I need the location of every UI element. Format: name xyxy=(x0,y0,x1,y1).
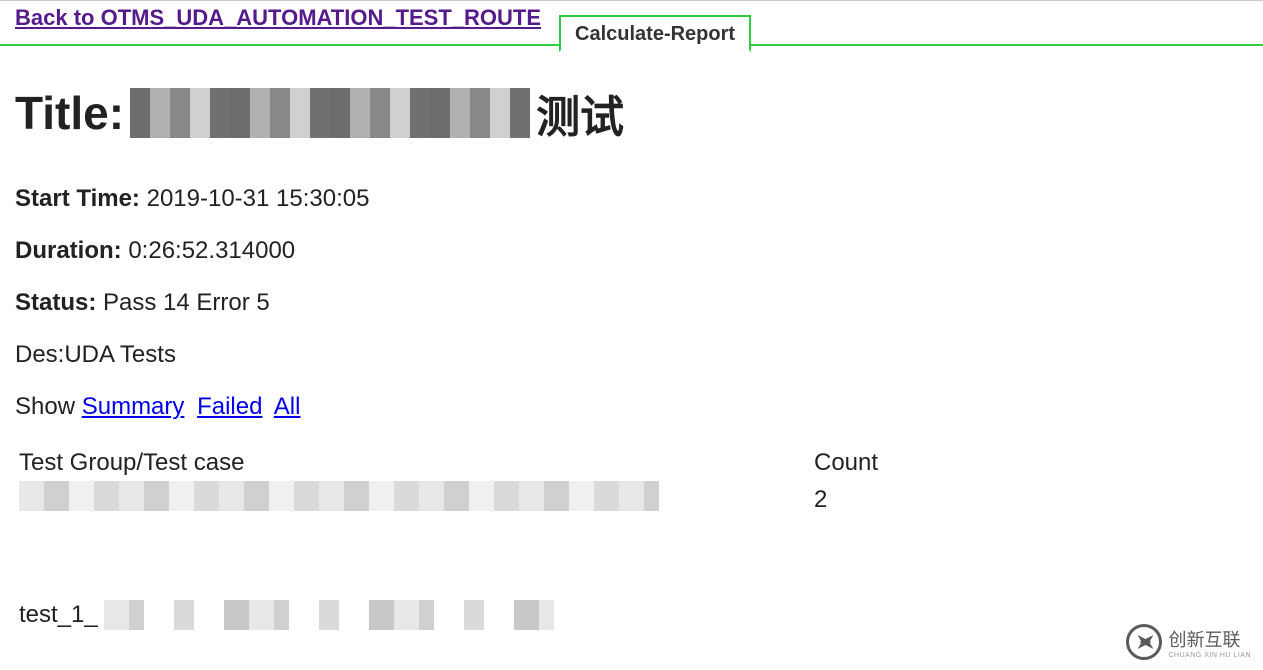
status-line: Status: Pass 14 Error 5 xyxy=(15,289,1263,317)
test-redacted xyxy=(104,600,554,630)
show-failed-link[interactable]: Failed xyxy=(197,393,262,420)
show-summary-link[interactable]: Summary xyxy=(82,393,185,420)
table-row: 2 xyxy=(15,481,1263,518)
test-label: test_1_ xyxy=(19,601,98,629)
duration-value: 0:26:52.314000 xyxy=(128,237,295,264)
cell-testcase xyxy=(19,481,814,518)
watermark: 创新互联 CHUANG XIN HU LIAN xyxy=(1126,624,1251,660)
tab-calculate-report[interactable]: Calculate-Report xyxy=(559,15,751,52)
status-value: Pass 14 Error 5 xyxy=(103,289,270,316)
start-time-label: Start Time: xyxy=(15,185,140,212)
title-redacted xyxy=(130,88,530,138)
show-all-link[interactable]: All xyxy=(274,393,301,420)
watermark-main: 创新互联 xyxy=(1168,626,1251,652)
des-line: Des:UDA Tests xyxy=(15,341,1263,369)
title-row: Title: 测试 xyxy=(15,81,1263,145)
duration-line: Duration: 0:26:52.314000 xyxy=(15,237,1263,265)
start-time-line: Start Time: 2019-10-31 15:30:05 xyxy=(15,185,1263,213)
test-row: test_1_ xyxy=(15,600,1263,630)
watermark-text: 创新互联 CHUANG XIN HU LIAN xyxy=(1168,626,1251,659)
header-row: Back to OTMS_UDA_AUTOMATION_TEST_ROUTE C… xyxy=(0,1,1263,46)
show-line: Show Summary Failed All xyxy=(15,393,1263,421)
title-label: Title: xyxy=(15,86,124,140)
status-label: Status: xyxy=(15,289,96,316)
back-link[interactable]: Back to OTMS_UDA_AUTOMATION_TEST_ROUTE xyxy=(15,5,541,31)
table-header: Test Group/Test case Count xyxy=(15,449,1263,477)
content: Title: 测试 Start Time: 2019-10-31 15:30:0… xyxy=(0,46,1263,630)
watermark-icon xyxy=(1126,624,1162,660)
col-header-testcase: Test Group/Test case xyxy=(19,449,814,477)
start-time-value: 2019-10-31 15:30:05 xyxy=(147,185,370,212)
show-label: Show xyxy=(15,393,75,420)
title-suffix: 测试 xyxy=(536,81,624,145)
duration-label: Duration: xyxy=(15,237,122,264)
testcase-redacted xyxy=(19,481,659,511)
cell-count: 2 xyxy=(814,486,1014,514)
watermark-sub: CHUANG XIN HU LIAN xyxy=(1168,652,1251,659)
col-header-count: Count xyxy=(814,449,1014,477)
